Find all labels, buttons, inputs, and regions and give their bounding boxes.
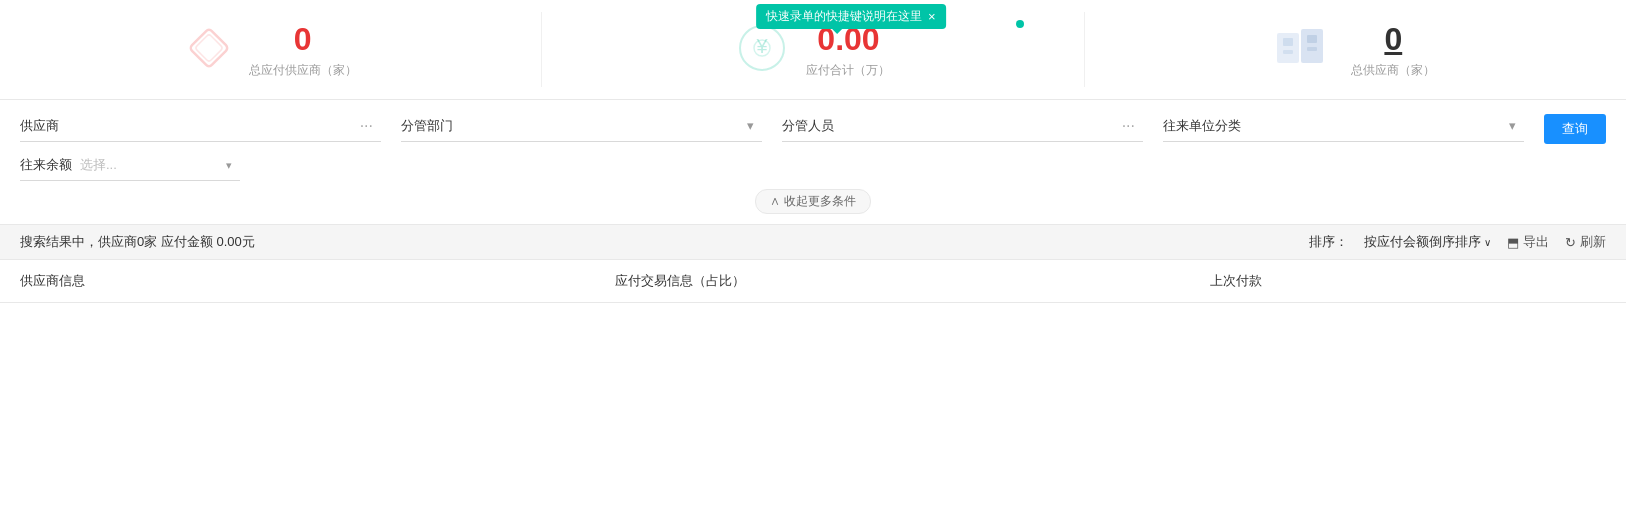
stat-payable-total: 快速录单的快捷键说明在这里 × ¥ 0.00 应付合计（万） [542, 12, 1084, 87]
supplier-input[interactable] [67, 118, 360, 133]
supplier-label: 供应商 [20, 117, 59, 135]
top-stats-bar: 0 总应付供应商（家） 快速录单的快捷键说明在这里 × ¥ 0.00 应付合计（… [0, 0, 1626, 100]
balance-chevron-icon[interactable]: ▾ [226, 159, 232, 172]
refresh-icon: ↻ [1565, 235, 1576, 250]
collapse-text: ∧ 收起更多条件 [770, 193, 855, 210]
payable-icon: ¥ [735, 21, 790, 79]
export-icon: ⬒ [1507, 235, 1519, 250]
svg-rect-10 [1307, 47, 1317, 51]
manager-input[interactable] [842, 118, 1122, 133]
unit-category-field: 往来单位分类 ▾ [1163, 117, 1524, 142]
balance-select[interactable]: 选择... ▾ [80, 156, 232, 174]
tooltip-dot [1016, 20, 1024, 28]
refresh-button[interactable]: ↻ 刷新 [1565, 233, 1606, 251]
payable-total-label: 应付合计（万） [806, 62, 890, 79]
department-label: 分管部门 [401, 117, 453, 135]
sort-value: 按应付会额倒序排序 [1364, 233, 1481, 251]
payable-suppliers-number: 0 [294, 20, 312, 58]
results-actions: 排序： 按应付会额倒序排序 ∨ ⬒ 导出 ↻ 刷新 [1309, 233, 1606, 251]
manager-label: 分管人员 [782, 117, 834, 135]
manager-dots[interactable]: ··· [1122, 117, 1135, 135]
tooltip-close-button[interactable]: × [928, 10, 936, 23]
svg-rect-8 [1301, 29, 1323, 63]
collapse-button[interactable]: ∧ 收起更多条件 [755, 189, 870, 214]
stat-payable-suppliers: 0 总应付供应商（家） [0, 12, 542, 87]
stat-total-suppliers: 0 总供应商（家） [1085, 12, 1626, 87]
export-button[interactable]: ⬒ 导出 [1507, 233, 1549, 251]
department-field: 分管部门 ▾ [401, 117, 762, 142]
sort-arrow-icon: ∨ [1484, 237, 1491, 248]
total-suppliers-number: 0 [1384, 20, 1402, 58]
supplier-field: 供应商 ··· [20, 117, 381, 142]
table-empty-area [0, 303, 1626, 515]
search-row-2: 往来余额 选择... ▾ [20, 156, 1606, 181]
collapse-bar: ∧ 收起更多条件 [20, 181, 1606, 224]
export-label: 导出 [1523, 233, 1549, 251]
diamond-icon [185, 24, 233, 75]
results-info: 搜索结果中，供应商0家 应付金额 0.00元 [20, 233, 255, 251]
svg-rect-7 [1283, 50, 1293, 54]
col-supplier-info: 供应商信息 [20, 272, 615, 290]
unit-category-label: 往来单位分类 [1163, 117, 1241, 135]
results-bar: 搜索结果中，供应商0家 应付金额 0.00元 排序： 按应付会额倒序排序 ∨ ⬒… [0, 225, 1626, 260]
search-row-1: 供应商 ··· 分管部门 ▾ 分管人员 ··· 往来单位分类 ▾ 查询 [20, 114, 1606, 144]
svg-rect-9 [1307, 35, 1317, 43]
balance-field: 往来余额 选择... ▾ [20, 156, 240, 181]
col-last-payment: 上次付款 [1210, 272, 1607, 290]
balance-placeholder: 选择... [80, 156, 226, 174]
col-transaction-info: 应付交易信息（占比） [615, 272, 1210, 290]
refresh-label: 刷新 [1580, 233, 1606, 251]
svg-rect-5 [1277, 33, 1299, 63]
balance-label: 往来余额 [20, 156, 72, 174]
total-suppliers-label: 总供应商（家） [1351, 62, 1435, 79]
sort-select[interactable]: 按应付会额倒序排序 ∨ [1364, 233, 1491, 251]
manager-field: 分管人员 ··· [782, 117, 1143, 142]
suppliers-icon [1275, 23, 1335, 76]
unit-category-arrow[interactable]: ▾ [1509, 118, 1516, 133]
svg-rect-6 [1283, 38, 1293, 46]
tooltip-text: 快速录单的快捷键说明在这里 [766, 8, 922, 25]
table-header: 供应商信息 应付交易信息（占比） 上次付款 [0, 260, 1626, 303]
search-area: 供应商 ··· 分管部门 ▾ 分管人员 ··· 往来单位分类 ▾ 查询 往来余额 [0, 100, 1626, 225]
tooltip-bubble: 快速录单的快捷键说明在这里 × [756, 4, 946, 29]
sort-label: 排序： [1309, 233, 1348, 251]
department-arrow[interactable]: ▾ [747, 118, 754, 133]
payable-suppliers-label: 总应付供应商（家） [249, 62, 357, 79]
query-button[interactable]: 查询 [1544, 114, 1606, 144]
supplier-dots[interactable]: ··· [360, 117, 373, 135]
